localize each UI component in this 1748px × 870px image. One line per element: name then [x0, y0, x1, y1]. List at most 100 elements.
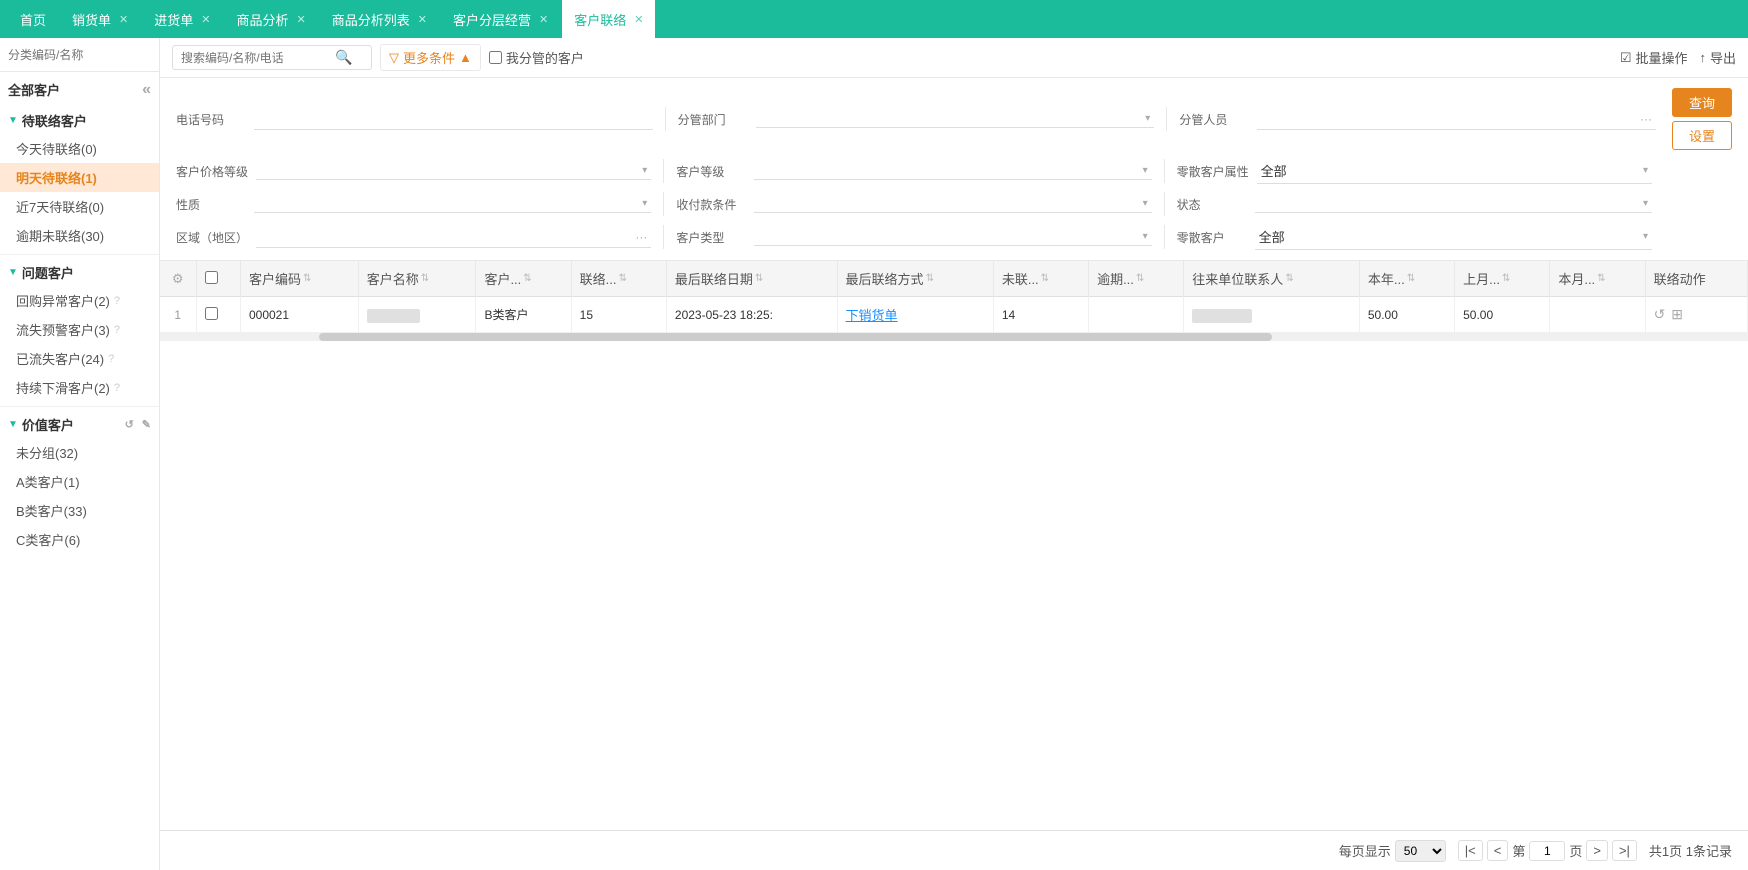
my-customer-check[interactable]: [489, 51, 502, 64]
more-filter-btn[interactable]: ▽ 更多条件 ▲: [380, 44, 481, 71]
divider: [1164, 225, 1165, 249]
divider: [1164, 159, 1165, 183]
sidebar-item-repurchase-anomaly[interactable]: 回购异常客户(2) ?: [0, 286, 159, 315]
per-page-select[interactable]: 50 100 200: [1395, 840, 1446, 862]
sidebar-item-7days[interactable]: 近7天待联络(0): [0, 192, 159, 221]
sidebar-search-bar: 🔍: [0, 38, 159, 72]
sidebar-item-overdue[interactable]: 逾期未联络(30): [0, 221, 159, 250]
sidebar-item-churned[interactable]: 已流失客户(24) ?: [0, 344, 159, 373]
nav-purchase[interactable]: 进货单 ✕: [142, 0, 222, 38]
sort-icon-name[interactable]: ⇅: [421, 273, 429, 284]
nav-customer-tier[interactable]: 客户分层经营 ✕: [441, 0, 560, 38]
filter-select-area[interactable]: ···: [256, 227, 651, 248]
sort-icon-overdue[interactable]: ⇅: [1136, 273, 1144, 284]
footer-bar: 每页显示 50 100 200 |< < 第 页 > >| 共1页 1条记录: [160, 830, 1748, 870]
help-icon-2[interactable]: ?: [114, 324, 120, 336]
filter-cell-phone: 电话号码: [176, 109, 653, 130]
nav-purchase-close[interactable]: ✕: [201, 13, 210, 26]
export-btn[interactable]: ↑ 导出: [1699, 48, 1736, 67]
row-type: B类客户: [476, 297, 571, 333]
th-this-year: 本年... ⇅: [1359, 261, 1454, 297]
sidebar-item-b-class[interactable]: B类客户(33): [0, 496, 159, 525]
nav-home[interactable]: 首页: [8, 0, 58, 38]
filter-select-nature[interactable]: ▾: [254, 195, 651, 213]
sidebar-item-a-class[interactable]: A类客户(1): [0, 467, 159, 496]
nav-customer-contact[interactable]: 客户联络 ✕: [562, 0, 655, 38]
filter-select-cust-type[interactable]: ▾: [754, 228, 1151, 246]
filter-select-person[interactable]: ···: [1257, 109, 1656, 130]
sort-icon-lastmonth[interactable]: ⇅: [1502, 273, 1510, 284]
filter-select-retail-attr[interactable]: 全部 ▾: [1257, 158, 1652, 184]
filter-select-level[interactable]: ▾: [754, 162, 1151, 180]
th-settings[interactable]: ⚙: [160, 261, 196, 297]
sort-icon-lastmethod[interactable]: ⇅: [926, 273, 934, 284]
scrollbar-thumb[interactable]: [319, 333, 1272, 341]
edit-icon[interactable]: ✎: [142, 418, 151, 431]
filter-select-retail[interactable]: 全部 ▾: [1255, 224, 1652, 250]
sidebar-item-c-class[interactable]: C类客户(6): [0, 525, 159, 554]
sidebar-search-input[interactable]: [8, 48, 160, 62]
batch-op-btn[interactable]: ☑ 批量操作: [1620, 48, 1688, 67]
sort-icon-lastdate[interactable]: ⇅: [755, 273, 763, 284]
row-select-checkbox[interactable]: [205, 307, 218, 320]
select-all-checkbox[interactable]: [205, 271, 218, 284]
horizontal-scrollbar[interactable]: [160, 333, 1748, 341]
sidebar-all-customers[interactable]: 全部客户 «: [0, 72, 159, 107]
help-icon-1[interactable]: ?: [114, 295, 120, 307]
action-grid-icon[interactable]: ⊞: [1671, 306, 1683, 323]
set-button[interactable]: 设置: [1672, 121, 1732, 150]
sidebar-item-ungrouped[interactable]: 未分组(32): [0, 438, 159, 467]
filter-search-box: 🔍: [172, 45, 372, 70]
filter-cell-level: 客户等级 ▾: [676, 162, 1151, 180]
sidebar-item-today[interactable]: 今天待联络(0): [0, 134, 159, 163]
nav-product-analysis-list[interactable]: 商品分析列表 ✕: [320, 0, 439, 38]
action-refresh-icon[interactable]: ↺: [1654, 306, 1666, 323]
filter-input-phone[interactable]: [254, 109, 653, 130]
next-page-btn[interactable]: >: [1586, 840, 1608, 861]
help-icon-3[interactable]: ?: [108, 353, 114, 365]
data-table: ⚙ 客户编码 ⇅ 客户名称: [160, 261, 1748, 830]
filter-search-icon[interactable]: 🔍: [335, 49, 352, 66]
filter-search-input[interactable]: [181, 51, 331, 65]
nav-product-analysis-list-close[interactable]: ✕: [418, 13, 427, 26]
filter-select-status[interactable]: ▾: [1255, 195, 1652, 213]
sort-icon-thismonth[interactable]: ⇅: [1597, 273, 1605, 284]
sidebar-item-churn-warning[interactable]: 流失预警客户(3) ?: [0, 315, 159, 344]
page-input[interactable]: [1529, 841, 1565, 861]
nav-customer-contact-close[interactable]: ✕: [634, 13, 643, 26]
row-name[interactable]: Ea: [358, 297, 476, 333]
sort-icon-nocontact[interactable]: ⇅: [1041, 273, 1049, 284]
sort-icon-type[interactable]: ⇅: [523, 273, 531, 284]
settings-icon[interactable]: ⚙: [172, 271, 184, 286]
nav-product-analysis-close[interactable]: ✕: [297, 13, 306, 26]
dots-icon[interactable]: ···: [1640, 112, 1652, 126]
area-dots-icon[interactable]: ···: [635, 230, 647, 244]
row-unit-contact: [1184, 297, 1360, 333]
nav-sales-close[interactable]: ✕: [119, 13, 128, 26]
nav-sales[interactable]: 销货单 ✕: [60, 0, 140, 38]
my-customer-checkbox[interactable]: 我分管的客户: [489, 48, 584, 67]
filter-select-price-level[interactable]: ▾: [256, 162, 651, 180]
nav-product-analysis[interactable]: 商品分析 ✕: [224, 0, 317, 38]
row-last-method[interactable]: 下销货单: [837, 297, 993, 333]
sort-icon-contacts[interactable]: ⇅: [619, 273, 627, 284]
sidebar-group-value: ▼ 价值客户 ↺ ✎: [0, 411, 159, 438]
th-this-month: 本月... ⇅: [1550, 261, 1645, 297]
filter-select-pay-term[interactable]: ▾: [754, 195, 1151, 213]
nav-customer-tier-close[interactable]: ✕: [539, 13, 548, 26]
filter-cell-retail-attr: 零散客户属性 全部 ▾: [1177, 158, 1652, 184]
sort-icon-thisyear[interactable]: ⇅: [1407, 273, 1415, 284]
sidebar-item-declining[interactable]: 持续下滑客户(2) ?: [0, 373, 159, 402]
help-icon-4[interactable]: ?: [114, 382, 120, 394]
sidebar-item-tomorrow[interactable]: 明天待联络(1): [0, 163, 159, 192]
filter-select-dept[interactable]: ▾: [756, 110, 1155, 128]
sidebar-collapse-icon[interactable]: «: [142, 81, 151, 99]
sort-icon-code[interactable]: ⇅: [303, 273, 311, 284]
last-method-link[interactable]: 下销货单: [846, 308, 898, 323]
last-page-btn[interactable]: >|: [1612, 840, 1637, 861]
first-page-btn[interactable]: |<: [1458, 840, 1483, 861]
sort-icon-unitcontact[interactable]: ⇅: [1285, 273, 1293, 284]
refresh-icon[interactable]: ↺: [125, 418, 134, 431]
query-button[interactable]: 查询: [1672, 88, 1732, 117]
prev-page-btn[interactable]: <: [1487, 840, 1509, 861]
